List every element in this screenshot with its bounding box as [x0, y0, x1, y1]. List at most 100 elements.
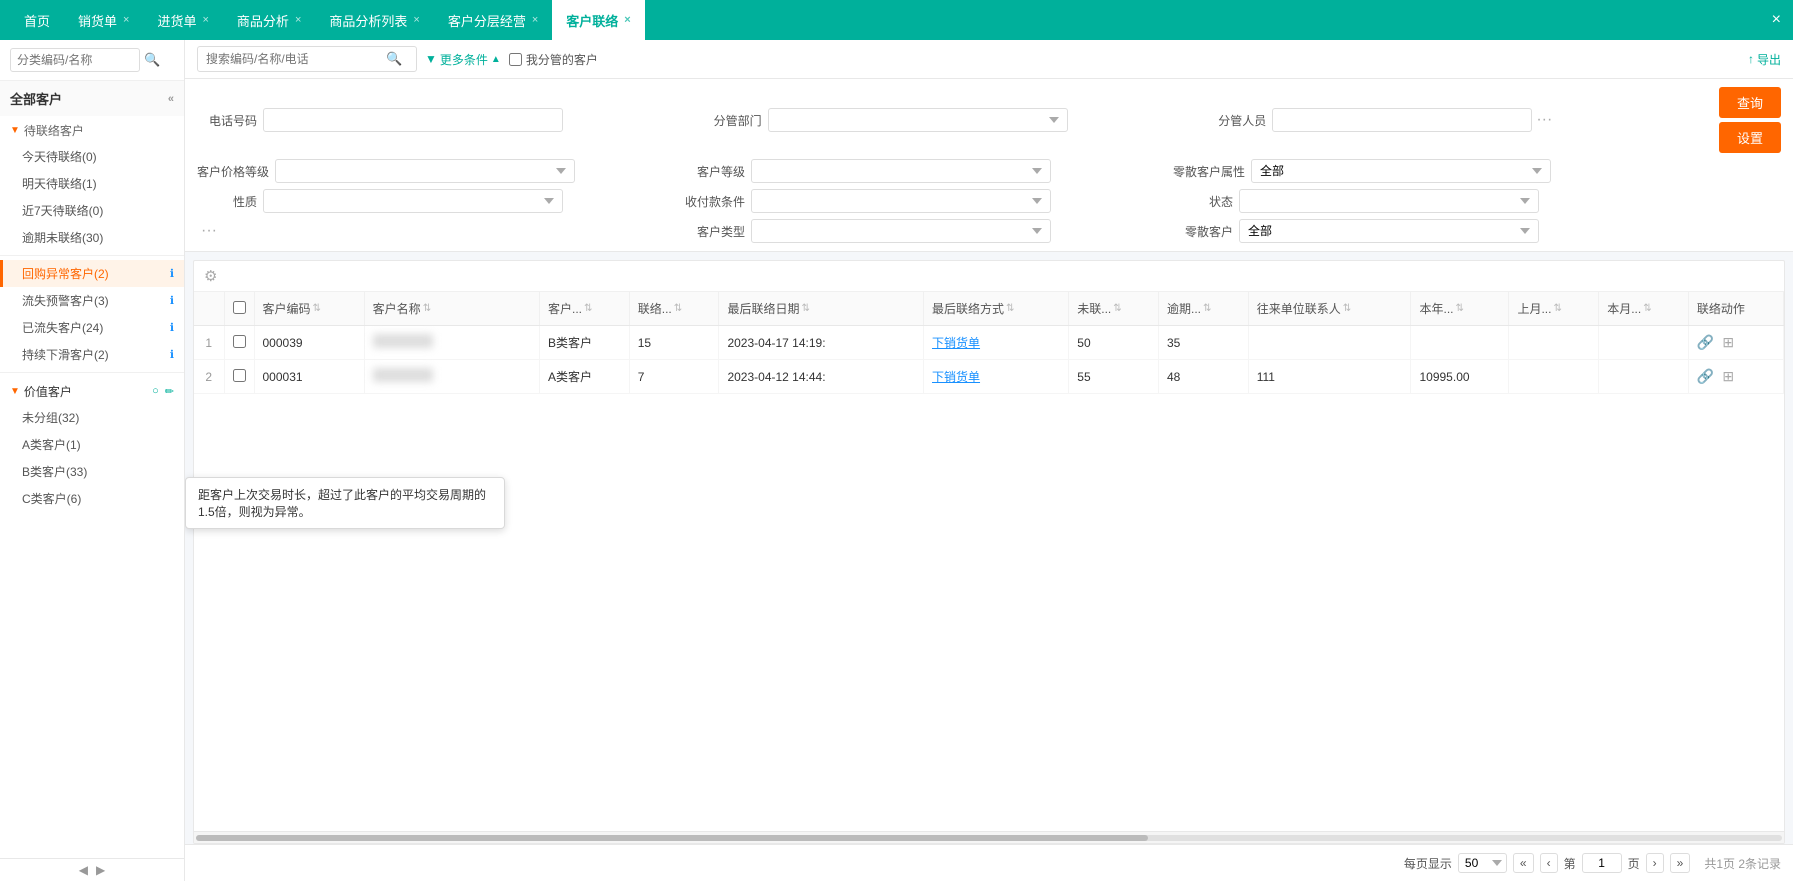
row-checkbox-1[interactable]	[233, 369, 246, 382]
page-size-select[interactable]: 50 10 20 100	[1458, 853, 1507, 873]
close-all-tabs[interactable]: ×	[1772, 11, 1781, 29]
select-all-checkbox[interactable]	[233, 301, 246, 314]
col-this-year: 本年...⇅	[1411, 292, 1509, 326]
prev-page-btn[interactable]: ‹	[1540, 853, 1558, 873]
sidebar-item-classC[interactable]: C类客户(6)	[0, 485, 184, 512]
sidebar-item-declining[interactable]: 持续下滑客户(2) ℹ	[0, 341, 184, 368]
filter-customer-grade-select[interactable]	[751, 159, 1051, 183]
info-icon-declining[interactable]: ℹ	[170, 348, 174, 361]
cell-checkbox[interactable]	[224, 326, 254, 360]
nav-product-analysis-list[interactable]: 商品分析列表 ×	[315, 0, 433, 40]
sidebar-item-churn-warning[interactable]: 流失预警客户(3) ℹ	[0, 287, 184, 314]
next-page-btn[interactable]: ›	[1646, 853, 1664, 873]
info-icon-churn-warning[interactable]: ℹ	[170, 294, 174, 307]
more-dots-person[interactable]: ···	[1532, 111, 1556, 129]
cell-name[interactable]	[364, 326, 539, 360]
filter-row-1: 电话号码 分管部门 分管人员 ··· 查询 设置	[197, 87, 1781, 153]
sort-thisyear-icon[interactable]: ⇅	[1456, 303, 1464, 314]
sidebar-prev-btn[interactable]: ◀	[79, 863, 88, 877]
tooltip-popup: 距客户上次交易时长，超过了此客户的平均交易周期的1.5倍，则视为异常。	[185, 477, 505, 529]
row-checkbox-0[interactable]	[233, 335, 246, 348]
sort-type-icon[interactable]: ⇅	[584, 303, 592, 314]
info-icon-churned[interactable]: ℹ	[170, 321, 174, 334]
nav-product-analysis-list-close[interactable]: ×	[413, 14, 419, 26]
action-link-icon[interactable]: 🔗	[1697, 334, 1714, 351]
table-hscroll[interactable]	[194, 831, 1784, 843]
sort-method-icon[interactable]: ⇅	[1006, 303, 1014, 314]
settings-button[interactable]: 设置	[1719, 122, 1781, 153]
action-link-icon[interactable]: 🔗	[1697, 368, 1714, 385]
page-number-input[interactable]	[1582, 853, 1622, 873]
sidebar-item-today[interactable]: 今天待联络(0)	[0, 143, 184, 170]
filter-status-select[interactable]	[1239, 189, 1539, 213]
nav-home[interactable]: 首页	[10, 0, 64, 40]
nav-customer-segment-close[interactable]: ×	[532, 14, 538, 26]
filter-payment-select[interactable]	[751, 189, 1051, 213]
sidebar-next-btn[interactable]: ▶	[96, 863, 105, 877]
sidebar-item-7days[interactable]: 近7天待联络(0)	[0, 197, 184, 224]
filter-person-input[interactable]	[1272, 108, 1532, 132]
value-group-sort[interactable]: ○	[152, 385, 159, 398]
collapse-icon[interactable]: «	[168, 93, 174, 105]
cell-last-contact-method[interactable]: 下销货单	[924, 360, 1069, 394]
info-icon-repurchase[interactable]: ℹ	[170, 267, 174, 280]
filter-nature-select[interactable]	[263, 189, 563, 213]
nav-customer-contact-close[interactable]: ×	[624, 14, 630, 26]
nav-purchase-order[interactable]: 进货单 ×	[143, 0, 222, 40]
more-conditions-btn[interactable]: ▼ 更多条件 ▲	[425, 51, 501, 68]
sort-uncontacted-icon[interactable]: ⇅	[1113, 303, 1121, 314]
sidebar-item-churned[interactable]: 已流失客户(24) ℹ	[0, 314, 184, 341]
nav-customer-contact[interactable]: 客户联络 ×	[552, 0, 644, 40]
sidebar-search-icon[interactable]: 🔍	[144, 52, 160, 68]
pending-contact-group[interactable]: ▼ 待联络客户	[0, 116, 184, 143]
sidebar-item-ungrouped[interactable]: 未分组(32)	[0, 404, 184, 431]
more-dots-row4[interactable]: ···	[197, 222, 221, 240]
sidebar-item-classA[interactable]: A类客户(1)	[0, 431, 184, 458]
export-button[interactable]: ↑ 导出	[1748, 51, 1781, 68]
sort-lastmonth-icon[interactable]: ⇅	[1553, 303, 1561, 314]
nav-sales-order[interactable]: 销货单 ×	[64, 0, 143, 40]
nav-product-analysis[interactable]: 商品分析 ×	[223, 0, 315, 40]
cell-name[interactable]	[364, 360, 539, 394]
nav-customer-segment[interactable]: 客户分层经营 ×	[434, 0, 552, 40]
cell-last-contact-method[interactable]: 下销货单	[924, 326, 1069, 360]
my-customers-checkbox[interactable]	[509, 53, 522, 66]
nav-sales-order-close[interactable]: ×	[123, 14, 129, 26]
filter-search-icon[interactable]: 🔍	[386, 51, 402, 67]
action-grid-icon[interactable]: ⊞	[1722, 368, 1734, 385]
sort-date-icon[interactable]: ⇅	[801, 303, 809, 314]
customer-name-blurred	[373, 334, 433, 348]
nav-product-analysis-close[interactable]: ×	[295, 14, 301, 26]
cell-checkbox[interactable]	[224, 360, 254, 394]
filter-customer-type-select[interactable]	[751, 219, 1051, 243]
table-container[interactable]: 客户编码⇅ 客户名称⇅ 客户...⇅ 联络...⇅	[194, 292, 1784, 831]
sort-overdue-icon[interactable]: ⇅	[1203, 303, 1211, 314]
sidebar-item-tomorrow[interactable]: 明天待联络(1)	[0, 170, 184, 197]
contact-method-link[interactable]: 下销货单	[932, 336, 980, 350]
sort-contacts-icon[interactable]: ⇅	[674, 303, 682, 314]
contact-method-link[interactable]: 下销货单	[932, 370, 980, 384]
sort-contacts2-icon[interactable]: ⇅	[1343, 303, 1351, 314]
sidebar-item-overdue[interactable]: 逾期未联络(30)	[0, 224, 184, 251]
sidebar-item-repurchase-abnormal[interactable]: 回购异常客户(2) ℹ	[0, 260, 184, 287]
all-customers-title[interactable]: 全部客户 «	[0, 81, 184, 116]
sidebar-item-classB[interactable]: B类客户(33)	[0, 458, 184, 485]
value-group-edit[interactable]: ✏	[165, 385, 174, 398]
filter-phone-input[interactable]	[263, 108, 563, 132]
query-button[interactable]: 查询	[1719, 87, 1781, 118]
filter-search-input[interactable]	[206, 52, 386, 66]
action-grid-icon[interactable]: ⊞	[1722, 334, 1734, 351]
table-settings-icon[interactable]: ⚙	[204, 267, 217, 285]
filter-price-grade-select[interactable]	[275, 159, 575, 183]
sort-thismonth-icon[interactable]: ⇅	[1643, 303, 1651, 314]
sort-code-icon[interactable]: ⇅	[313, 303, 321, 314]
filter-retail-customer-select[interactable]: 全部	[1239, 219, 1539, 243]
sort-name-icon[interactable]: ⇅	[423, 303, 431, 314]
filter-dept-select[interactable]	[768, 108, 1068, 132]
table-header-row: 客户编码⇅ 客户名称⇅ 客户...⇅ 联络...⇅	[194, 292, 1784, 326]
sidebar-search-input[interactable]	[10, 48, 140, 72]
filter-retail-attr-select[interactable]: 全部	[1251, 159, 1551, 183]
nav-purchase-order-close[interactable]: ×	[202, 14, 208, 26]
first-page-btn[interactable]: «	[1513, 853, 1534, 873]
last-page-btn[interactable]: »	[1670, 853, 1691, 873]
